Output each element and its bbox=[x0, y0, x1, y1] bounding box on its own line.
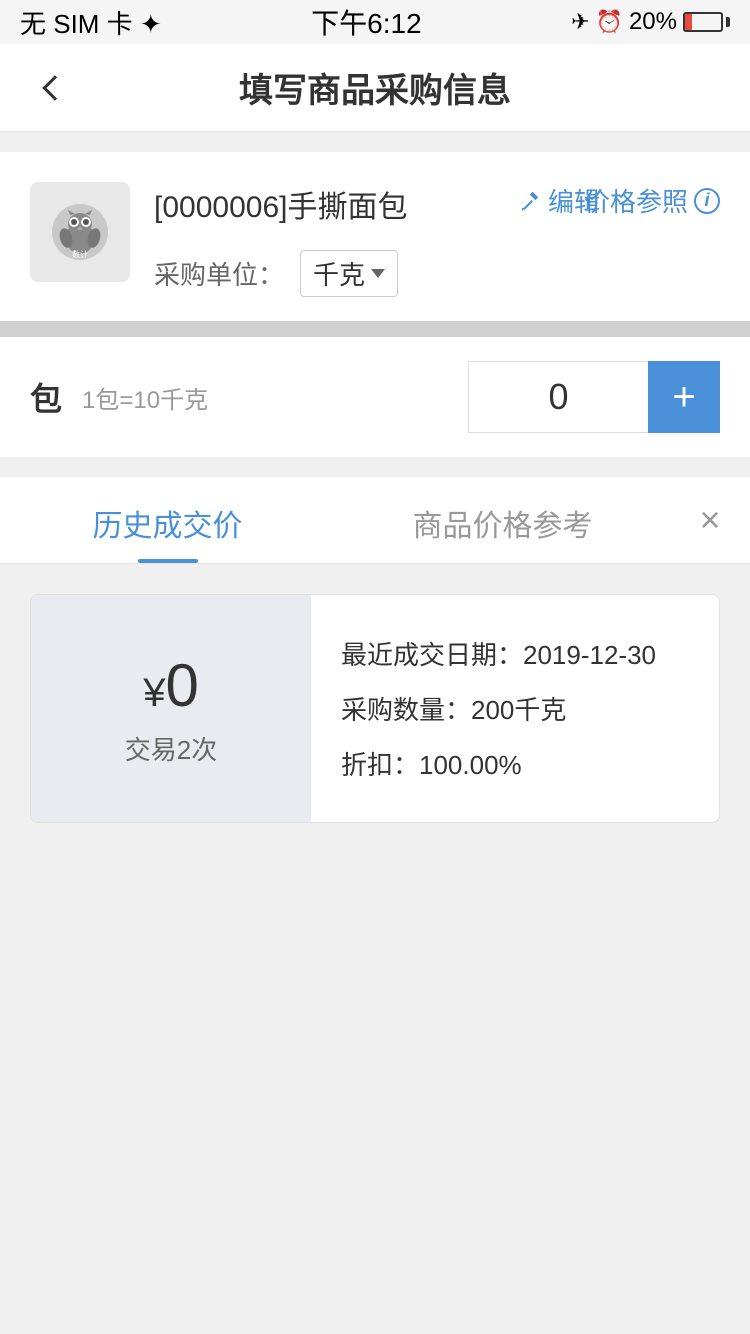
status-right: ✈ ⏰ 20% bbox=[571, 8, 730, 36]
plus-icon: + bbox=[672, 377, 695, 417]
quantity-plus-button[interactable]: + bbox=[648, 361, 720, 433]
unit-conversion: 1包=10千克 bbox=[82, 380, 208, 415]
unit-value: 千克 bbox=[313, 255, 365, 292]
product-card: 数计 [0000006]手撕面包 采购单位： 千克 价格参照 i 编辑 bbox=[0, 152, 750, 321]
card-price-section: ¥0 交易2次 bbox=[31, 595, 311, 822]
quantity-input[interactable]: 0 bbox=[468, 361, 648, 433]
nav-bar: 填写商品采购信息 bbox=[0, 44, 750, 132]
status-bar: 无 SIM 卡 ✦ 下午6:12 ✈ ⏰ 20% bbox=[0, 0, 750, 44]
status-time: 下午6:12 bbox=[311, 2, 422, 42]
discount-value: 100.00% bbox=[419, 750, 522, 780]
gray-divider bbox=[0, 321, 750, 337]
product-image: 数计 bbox=[50, 202, 110, 262]
purchase-qty-value: 200千克 bbox=[471, 695, 566, 725]
alarm-icon: ⏰ bbox=[596, 9, 623, 35]
battery-percent: 20% bbox=[629, 8, 677, 36]
battery-icon bbox=[683, 12, 730, 32]
price-display: ¥0 bbox=[143, 651, 199, 720]
svg-text:数计: 数计 bbox=[72, 249, 88, 259]
product-unit-row: 采购单位： 千克 bbox=[154, 250, 720, 297]
page-title: 填写商品采购信息 bbox=[239, 63, 511, 112]
discount-row: 折扣：100.00% bbox=[341, 745, 689, 782]
info-circle-icon: i bbox=[694, 188, 720, 214]
status-left: 无 SIM 卡 ✦ bbox=[20, 4, 162, 41]
tab-close-button[interactable]: × bbox=[670, 477, 750, 563]
purchase-qty-label: 采购数量： bbox=[341, 695, 471, 725]
unit-select[interactable]: 千克 bbox=[300, 250, 398, 297]
info-card: ¥0 交易2次 最近成交日期：2019-12-30 采购数量：200千克 折扣：… bbox=[30, 594, 720, 823]
recent-date-value: 2019-12-30 bbox=[523, 640, 656, 670]
tab-product-price-ref[interactable]: 商品价格参考 bbox=[335, 477, 670, 563]
quantity-row: 包 1包=10千克 0 + bbox=[0, 337, 750, 457]
tab-history-price[interactable]: 历史成交价 bbox=[0, 477, 335, 563]
recent-date-label: 最近成交日期： bbox=[341, 640, 523, 670]
yen-symbol: ¥ bbox=[143, 671, 165, 715]
location-icon: ✈ bbox=[571, 9, 589, 35]
unit-badge: 包 bbox=[30, 374, 62, 420]
select-arrow-icon bbox=[371, 269, 385, 278]
card-detail-section: 最近成交日期：2019-12-30 采购数量：200千克 折扣：100.00% bbox=[311, 595, 719, 822]
price-ref-button[interactable]: 价格参照 i bbox=[584, 182, 720, 219]
tab-underline bbox=[138, 559, 198, 563]
tab-bar: 历史成交价 商品价格参考 × bbox=[0, 477, 750, 564]
recent-date-row: 最近成交日期：2019-12-30 bbox=[341, 635, 689, 672]
trade-count: 交易2次 bbox=[125, 730, 217, 767]
unit-label: 采购单位： bbox=[154, 255, 284, 292]
sim-status: 无 SIM 卡 ✦ bbox=[20, 4, 162, 41]
product-thumbnail: 数计 bbox=[30, 182, 130, 282]
edit-button[interactable]: 编辑 bbox=[520, 182, 600, 219]
purchase-qty-row: 采购数量：200千克 bbox=[341, 690, 689, 727]
back-arrow-icon bbox=[42, 75, 67, 100]
back-button[interactable] bbox=[30, 63, 80, 113]
info-card-wrap: ¥0 交易2次 最近成交日期：2019-12-30 采购数量：200千克 折扣：… bbox=[0, 564, 750, 964]
quantity-input-wrap: 0 + bbox=[468, 361, 720, 433]
discount-label: 折扣： bbox=[341, 750, 419, 780]
price-value: 0 bbox=[165, 652, 198, 719]
edit-icon bbox=[520, 190, 542, 212]
